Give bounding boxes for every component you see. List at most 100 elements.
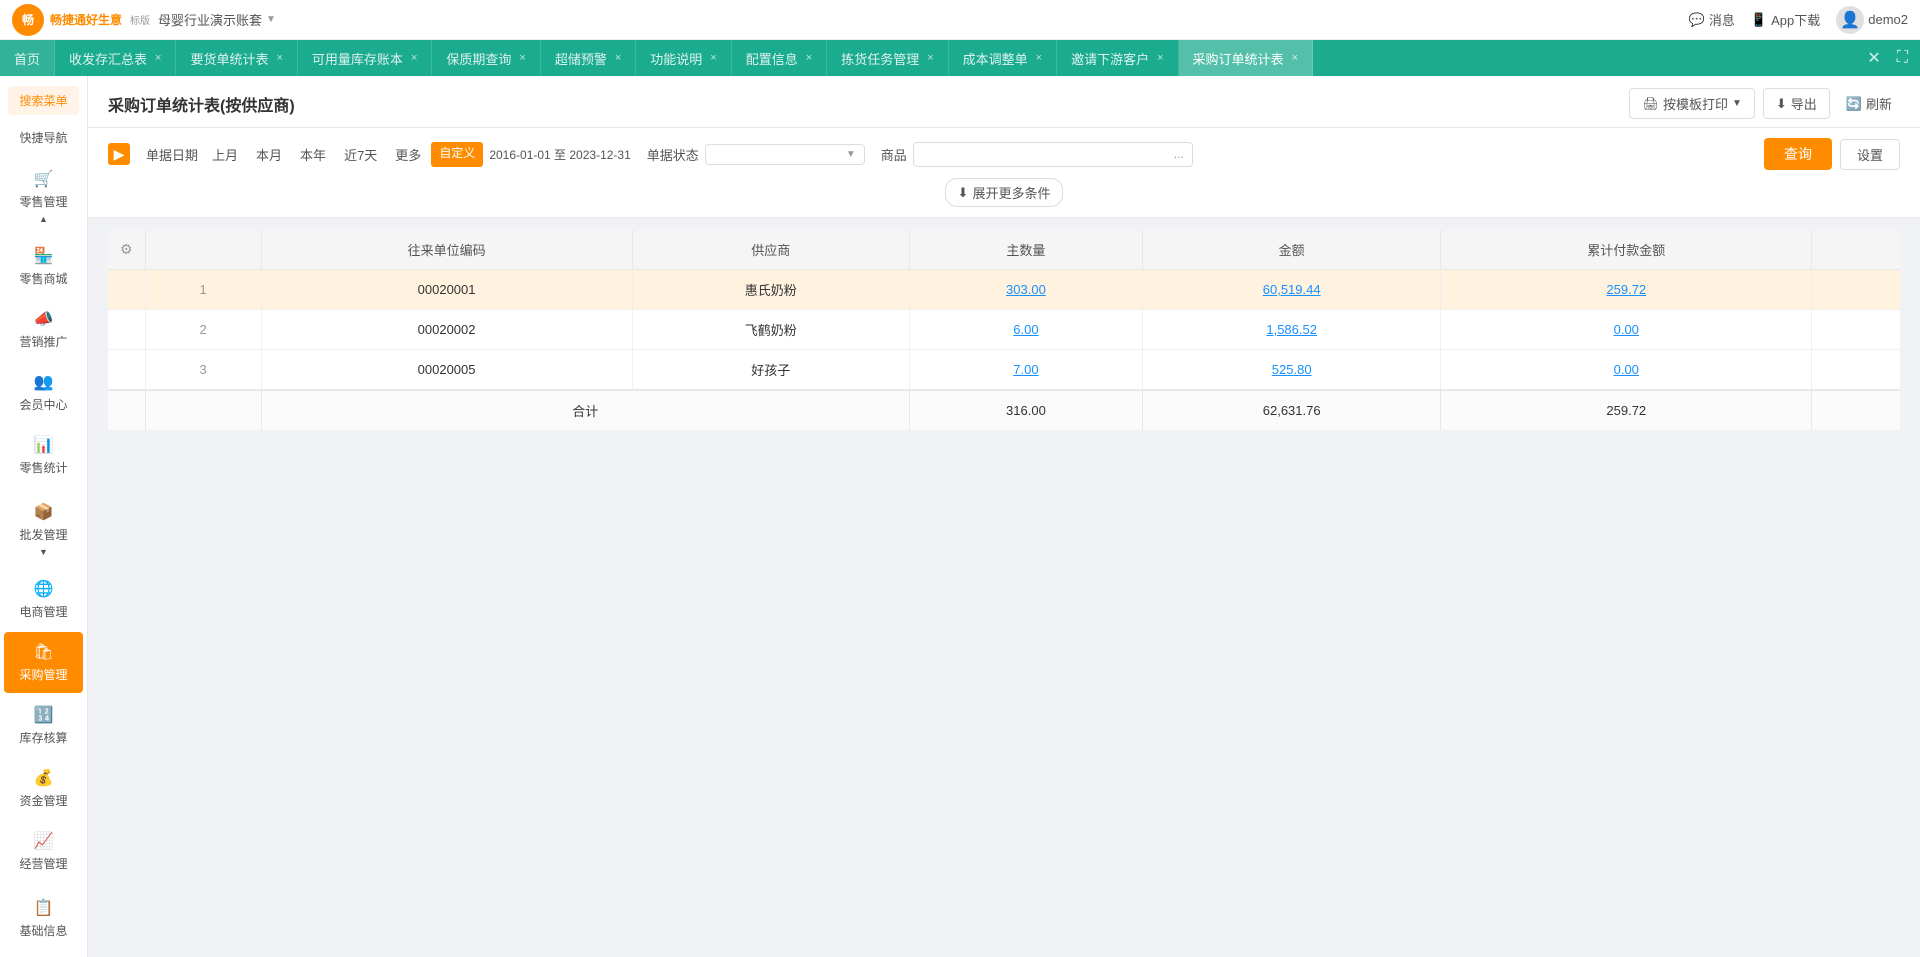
tab-config-info-label: 配置信息 [746, 49, 798, 68]
refresh-button[interactable]: 🔄 刷新 [1838, 89, 1900, 118]
search-menu-button[interactable]: 搜索菜单 [8, 86, 79, 115]
sidebar-item-basic-info[interactable]: 📋 基础信息 [4, 888, 83, 949]
goods-filter-input[interactable]: ... [913, 142, 1193, 167]
logo-text: 畅捷通好生意 [50, 11, 122, 28]
sidebar-item-operation-mgmt[interactable]: 📈 经营管理 [4, 821, 83, 882]
shortcut-last-month[interactable]: 上月 [204, 142, 246, 167]
row-seq: 1 [145, 270, 261, 310]
user-profile[interactable]: 👤 demo2 [1836, 6, 1908, 34]
filter-toggle-button[interactable]: ▶ [108, 143, 130, 165]
sidebar-item-marketing[interactable]: 📣 营销推广 [4, 299, 83, 360]
tab-expiry-query[interactable]: 保质期查询 × [432, 40, 540, 76]
tab-cost-adjust-close-icon[interactable]: × [1036, 52, 1042, 64]
paid-amount-link[interactable]: 0.00 [1614, 362, 1639, 377]
tab-receive-summary[interactable]: 收发存汇总表 × [55, 40, 176, 76]
status-select[interactable]: ▼ [705, 144, 865, 165]
tab-order-summary-close-icon[interactable]: × [276, 52, 282, 64]
wholesale-mgmt-icon: 📦 [34, 502, 54, 522]
tab-config-info-close-icon[interactable]: × [806, 52, 812, 64]
query-button[interactable]: 查询 [1764, 138, 1832, 170]
sidebar-item-member-center[interactable]: 👥 会员中心 [4, 362, 83, 423]
sidebar-item-finance-mgmt[interactable]: 💰 资金管理 [4, 758, 83, 819]
print-button[interactable]: 🖨 按模板打印 ▼ [1629, 88, 1754, 119]
shortcut-this-month[interactable]: 本月 [248, 142, 290, 167]
col-supplier: 供应商 [632, 230, 909, 270]
page-header: 采购订单统计表(按供应商) 🖨 按模板打印 ▼ ⬇ 导出 🔄 刷新 [88, 76, 1920, 128]
sidebar-item-operation-mgmt-label: 经营管理 [19, 855, 67, 872]
sidebar-item-retail-mall[interactable]: 🏪 零售商城 [4, 236, 83, 297]
paid-amount-link[interactable]: 259.72 [1606, 282, 1646, 297]
shortcut-more[interactable]: 更多 [387, 142, 429, 167]
tab-purchase-summary-close-icon[interactable]: × [1292, 52, 1298, 64]
amount-link[interactable]: 525.80 [1272, 362, 1312, 377]
shortcut-7days[interactable]: 近7天 [336, 142, 385, 167]
row-settings-cell [108, 310, 145, 350]
main-qty-link[interactable]: 303.00 [1006, 282, 1046, 297]
sidebar-item-system-mgmt[interactable]: ⚙ 系统管理 [4, 951, 83, 957]
main-qty-link[interactable]: 6.00 [1013, 322, 1038, 337]
status-filter-group: 单据状态 ▼ [647, 144, 865, 165]
filter-row: ▶ 单据日期 上月 本月 本年 近7天 更多 自定义 20 [108, 138, 1900, 170]
tab-function-desc[interactable]: 功能说明 × [636, 40, 731, 76]
tab-expiry-query-close-icon[interactable]: × [519, 52, 525, 64]
workspace-selector[interactable]: 母婴行业演示账套 ▼ [158, 10, 276, 29]
tab-invite[interactable]: 邀请下游客户 × [1057, 40, 1178, 76]
logo-symbol: 畅 [22, 11, 34, 28]
goods-input-field[interactable] [922, 147, 1170, 162]
tab-cost-adjust[interactable]: 成本调整单 × [949, 40, 1057, 76]
tab-function-desc-close-icon[interactable]: × [710, 52, 716, 64]
tab-receive-summary-close-icon[interactable]: × [155, 52, 161, 64]
settings-button[interactable]: 设置 [1840, 139, 1900, 170]
app-download-action[interactable]: 📱 App下载 [1751, 10, 1820, 29]
retail-management-icon: 🛒 [34, 169, 54, 189]
expand-conditions-button[interactable]: ⬇ 展开更多条件 [945, 178, 1064, 207]
goods-more-icon[interactable]: ... [1174, 147, 1184, 161]
tab-available-stock[interactable]: 可用量库存账本 × [298, 40, 432, 76]
expand-down-icon: ⬇ [958, 185, 969, 201]
sidebar-item-purchase-mgmt[interactable]: 🛍 采购管理 [4, 632, 83, 693]
export-button[interactable]: ⬇ 导出 [1763, 88, 1830, 119]
tab-available-stock-label: 可用量库存账本 [312, 49, 403, 68]
sidebar-item-retail-stats[interactable]: 📊 零售统计 [4, 425, 83, 486]
amount-link[interactable]: 60,519.44 [1263, 282, 1321, 297]
sidebar-item-wholesale-mgmt[interactable]: 📦 批发管理 ▼ [4, 492, 83, 567]
sidebar-item-ecommerce-mgmt[interactable]: 🌐 电商管理 [4, 569, 83, 630]
message-action[interactable]: 💬 消息 [1689, 10, 1735, 29]
column-settings-icon[interactable]: ⚙ [120, 241, 133, 257]
sidebar: 搜索菜单 快捷导航 🛒 零售管理 ▲ 🏪 零售商城 📣 营销推广 👥 [0, 76, 88, 957]
tab-invite-close-icon[interactable]: × [1157, 52, 1163, 64]
tab-available-stock-close-icon[interactable]: × [411, 52, 417, 64]
tab-order-summary[interactable]: 要货单统计表 × [176, 40, 297, 76]
tabs-expand-icon[interactable]: ⛶ [1893, 49, 1912, 67]
sidebar-item-retail-management[interactable]: 🛒 零售管理 ▲ [4, 159, 83, 234]
tab-picking-task-close-icon[interactable]: × [927, 52, 933, 64]
row-extra [1812, 310, 1900, 350]
tab-purchase-summary[interactable]: 采购订单统计表 × [1179, 40, 1313, 76]
tab-home[interactable]: 首页 [0, 40, 55, 76]
retail-stats-icon: 📊 [34, 435, 54, 455]
main-qty-link[interactable]: 7.00 [1013, 362, 1038, 377]
paid-amount-link[interactable]: 0.00 [1614, 322, 1639, 337]
basic-info-icon: 📋 [34, 898, 54, 918]
sidebar-item-inventory-check[interactable]: 🔢 库存核算 [4, 695, 83, 756]
tabs-close-all-icon[interactable]: ✕ [1863, 48, 1884, 68]
shortcut-custom[interactable]: 自定义 [431, 142, 483, 167]
tab-overstock-close-icon[interactable]: × [615, 52, 621, 64]
footer-seq-cell [145, 390, 261, 431]
col-paid-amount: 累计付款金额 [1441, 230, 1812, 270]
row-amount: 525.80 [1143, 350, 1441, 391]
export-label: 导出 [1791, 94, 1817, 113]
tab-picking-task[interactable]: 拣货任务管理 × [827, 40, 948, 76]
wholesale-arrow-icon: ▼ [39, 547, 48, 557]
app-download-label: App下载 [1771, 10, 1820, 29]
top-bar-right: 💬 消息 📱 App下载 👤 demo2 [1689, 6, 1908, 34]
tab-config-info[interactable]: 配置信息 × [732, 40, 827, 76]
page-header-actions: 🖨 按模板打印 ▼ ⬇ 导出 🔄 刷新 [1629, 88, 1900, 119]
amount-link[interactable]: 1,586.52 [1266, 322, 1317, 337]
table-body: 1 00020001 惠氏奶粉 303.00 60,519.44 259.72 … [108, 270, 1900, 391]
footer-amount: 62,631.76 [1143, 390, 1441, 431]
tab-invite-label: 邀请下游客户 [1071, 49, 1149, 68]
shortcut-this-year[interactable]: 本年 [292, 142, 334, 167]
tab-overstock[interactable]: 超储预警 × [541, 40, 636, 76]
quick-nav-button[interactable]: 快捷导航 [0, 121, 87, 154]
